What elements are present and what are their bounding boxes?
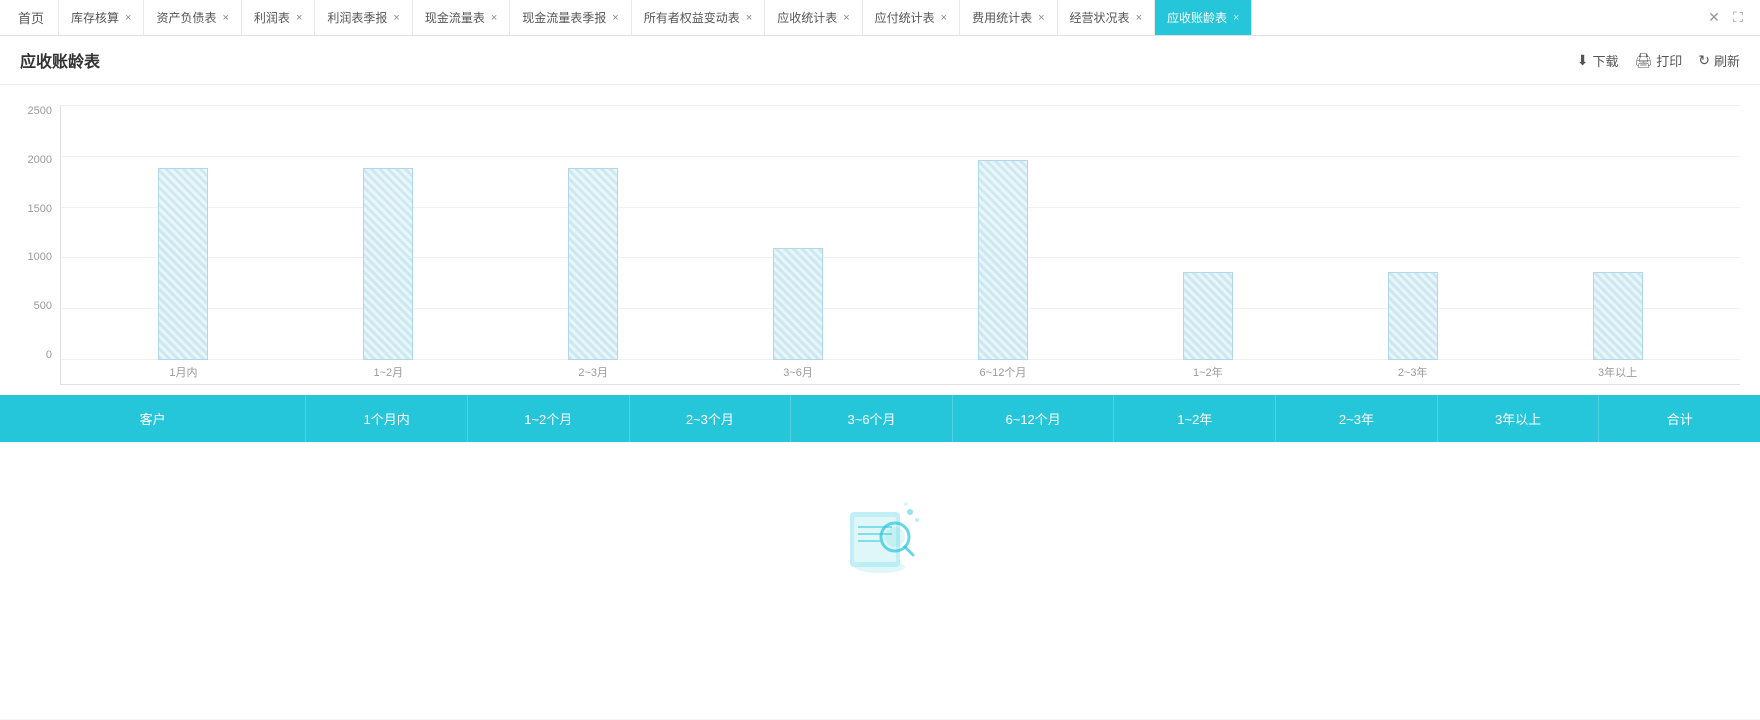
tab-cashflow-quarterly[interactable]: 现金流量表季报 × [510, 0, 631, 36]
tab-ar-stat-close[interactable]: × [843, 12, 849, 24]
table-header-col-5: 6~12个月 [953, 395, 1115, 442]
y-label-2000: 2000 [28, 154, 52, 166]
bars-container [61, 105, 1740, 360]
bar-group-3 [758, 248, 838, 360]
table-header-col-1: 1个月内 [306, 395, 468, 442]
x-labels: 1月内 1~2月 2~3月 3~6月 6~12个月 1~2年 2~3年 3年以上 [61, 360, 1740, 384]
tab-cashflow-quarterly-close[interactable]: × [612, 12, 618, 24]
bar-0 [158, 168, 208, 360]
tab-profit-quarterly[interactable]: 利润表季报 × [315, 0, 412, 36]
y-label-0: 0 [46, 349, 52, 361]
tab-ar-aging[interactable]: 应收账龄表 × [1155, 0, 1252, 36]
bar-5 [1183, 272, 1233, 360]
bar-2 [568, 168, 618, 360]
tab-balance-sheet[interactable]: 资产负债表 × [144, 0, 241, 36]
bar-group-4 [963, 160, 1043, 360]
chart-inner: 1月内 1~2月 2~3月 3~6月 6~12个月 1~2年 2~3年 3年以上 [60, 105, 1740, 385]
tab-profit[interactable]: 利润表 × [242, 0, 315, 36]
bar-group-5 [1168, 272, 1248, 360]
bar-group-0 [143, 168, 223, 360]
y-label-2500-top: 2500 [28, 105, 52, 117]
bar-3 [773, 248, 823, 360]
page-header: 应收账龄表 ⬇ 下载 🖨 打印 ↻ 刷新 [0, 36, 1760, 85]
table-header-col-3: 2~3个月 [630, 395, 792, 442]
table-header-col-9: 合计 [1599, 395, 1760, 442]
x-label-1: 1~2月 [348, 364, 428, 380]
table-header-col-6: 1~2年 [1114, 395, 1276, 442]
tab-ap-stat-close[interactable]: × [941, 12, 947, 24]
x-label-3: 3~6月 [758, 364, 838, 380]
empty-state [0, 442, 1760, 622]
tab-expense-stat[interactable]: 费用统计表 × [960, 0, 1057, 36]
tab-inventory-close[interactable]: × [125, 12, 131, 24]
bar-group-2 [553, 168, 633, 360]
download-icon: ⬇ [1577, 52, 1589, 69]
tab-home[interactable]: 首页 [4, 0, 59, 36]
tab-ap-stat[interactable]: 应付统计表 × [863, 0, 960, 36]
tab-ar-stat[interactable]: 应收统计表 × [765, 0, 862, 36]
y-label-500: 500 [34, 300, 52, 312]
x-label-4: 6~12个月 [963, 364, 1043, 380]
page-actions: ⬇ 下载 🖨 打印 ↻ 刷新 [1577, 51, 1740, 70]
tab-inventory[interactable]: 库存核算 × [59, 0, 144, 36]
bar-6 [1388, 272, 1438, 360]
tab-operation[interactable]: 经营状况表 × [1058, 0, 1155, 36]
bar-1 [363, 168, 413, 360]
bar-group-7 [1578, 272, 1658, 360]
bar-group-6 [1373, 272, 1453, 360]
tab-ar-aging-close[interactable]: × [1233, 12, 1239, 24]
x-label-7: 3年以上 [1578, 364, 1658, 380]
y-label-1000: 1000 [28, 251, 52, 263]
tab-equity-close[interactable]: × [746, 12, 752, 24]
x-label-6: 2~3年 [1373, 364, 1453, 380]
chart-area: 2500 2000 1500 1000 500 0 [0, 85, 1760, 395]
window-maximize-button[interactable]: ⛶ [1730, 10, 1746, 26]
download-button[interactable]: ⬇ 下载 [1577, 51, 1619, 70]
page-title: 应收账龄表 [20, 48, 100, 72]
x-label-5: 1~2年 [1168, 364, 1248, 380]
bar-group-1 [348, 168, 428, 360]
tab-expense-stat-close[interactable]: × [1038, 12, 1044, 24]
tab-cashflow-close[interactable]: × [491, 12, 497, 24]
y-axis: 2500 2000 1500 1000 500 0 [20, 105, 60, 385]
chart-wrapper: 2500 2000 1500 1000 500 0 [20, 105, 1740, 385]
table-header-col-2: 1~2个月 [468, 395, 630, 442]
x-label-2: 2~3月 [553, 364, 633, 380]
table-header-col-0: 客户 [0, 395, 306, 442]
print-icon: 🖨 [1634, 52, 1652, 69]
table-header: 客户1个月内1~2个月2~3个月3~6个月6~12个月1~2年2~3年3年以上合… [0, 395, 1760, 442]
window-close-button[interactable]: ✕ [1706, 10, 1722, 26]
y-label-1500: 1500 [28, 203, 52, 215]
tab-operation-close[interactable]: × [1136, 12, 1142, 24]
table-header-col-8: 3年以上 [1438, 395, 1600, 442]
main-content: 2500 2000 1500 1000 500 0 [0, 85, 1760, 719]
tab-balance-sheet-close[interactable]: × [222, 12, 228, 24]
refresh-button[interactable]: ↻ 刷新 [1698, 51, 1740, 70]
empty-icon [830, 482, 930, 582]
tab-profit-quarterly-close[interactable]: × [393, 12, 399, 24]
table-header-col-7: 2~3年 [1276, 395, 1438, 442]
window-controls: ✕ ⛶ [1696, 10, 1756, 26]
bar-7 [1593, 272, 1643, 360]
x-label-0: 1月内 [143, 364, 223, 380]
table-header-col-4: 3~6个月 [791, 395, 953, 442]
tab-cashflow[interactable]: 现金流量表 × [413, 0, 510, 36]
refresh-icon: ↻ [1698, 52, 1710, 69]
tab-equity[interactable]: 所有者权益变动表 × [632, 0, 765, 36]
tab-bar: 首页 库存核算 × 资产负债表 × 利润表 × 利润表季报 × 现金流量表 × … [0, 0, 1760, 36]
print-button[interactable]: 🖨 打印 [1634, 51, 1682, 70]
bar-4 [978, 160, 1028, 360]
tab-profit-close[interactable]: × [296, 12, 302, 24]
